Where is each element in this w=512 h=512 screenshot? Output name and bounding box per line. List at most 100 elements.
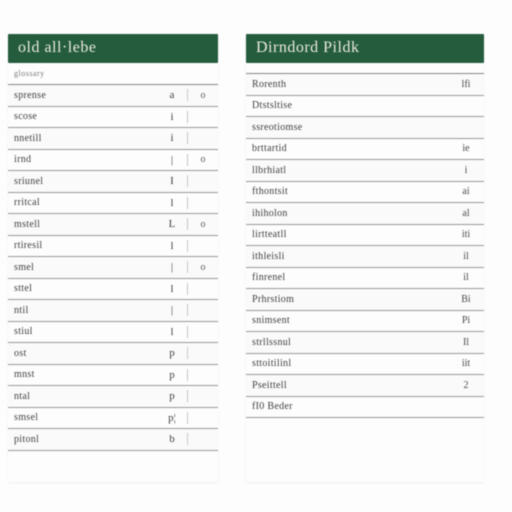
row-label: stiul	[8, 326, 157, 337]
row-label: lirtteatll	[246, 229, 448, 240]
row-value: al	[448, 208, 484, 219]
right-column: Dirndord Pildk RorenthlfiDtstsltisessreo…	[246, 34, 484, 482]
row-symbol: p	[157, 347, 188, 359]
row-label: smel	[8, 262, 157, 273]
table-row: ithleisliil	[246, 246, 484, 268]
left-column-header: old all·lebe	[8, 34, 218, 63]
row-label: ost	[8, 348, 157, 359]
right-table: RorenthlfiDtstsltisessreotiomsebrttartid…	[246, 73, 484, 418]
table-row: sriunelI	[8, 171, 218, 193]
row-value: ie	[448, 143, 484, 154]
left-table: sprenseaoscoseinnetilliirnd|osriunelIrri…	[8, 84, 218, 451]
row-value: o	[188, 154, 218, 165]
left-column: old all·lebe glossary sprenseaoscoseinne…	[8, 34, 218, 482]
table-row: rritcall	[8, 193, 218, 215]
row-label: ithleisli	[246, 251, 448, 262]
row-value: lfi	[448, 79, 484, 90]
table-row: sttoitilinliit	[246, 354, 484, 376]
row-label: irnd	[8, 154, 157, 165]
row-label: scose	[8, 111, 157, 122]
table-row: sprenseao	[8, 85, 218, 107]
row-label: ntil	[8, 305, 157, 316]
row-label: rtiresil	[8, 240, 157, 251]
row-label: smsel	[8, 412, 157, 423]
row-label: llbrhiatl	[246, 165, 448, 176]
row-symbol: |	[157, 304, 188, 316]
row-label: ssreotiomse	[246, 122, 448, 133]
row-label: Pseittell	[246, 380, 448, 391]
left-subheading: glossary	[14, 69, 218, 78]
row-label: brttartid	[246, 143, 448, 154]
row-symbol: l	[157, 283, 188, 295]
table-row: Pseittell2	[246, 375, 484, 397]
table-row: snimsentPi	[246, 311, 484, 333]
row-label: rritcal	[8, 197, 157, 208]
document-page: old all·lebe glossary sprenseaoscoseinne…	[0, 0, 512, 512]
row-label: sprense	[8, 90, 157, 101]
row-label: strllssnul	[246, 337, 448, 348]
row-symbol: i	[157, 111, 188, 123]
row-symbol: i	[157, 132, 188, 144]
row-label: mstell	[8, 219, 157, 230]
right-header-title: Dirndord Pildk	[256, 39, 359, 56]
table-row: Rorenthlfi	[246, 74, 484, 96]
table-row: irnd|o	[8, 150, 218, 172]
table-row: ostp	[8, 343, 218, 365]
row-label: mnst	[8, 369, 157, 380]
table-row: mstellLo	[8, 214, 218, 236]
table-row: mnstp	[8, 365, 218, 387]
row-symbol: I	[157, 175, 188, 187]
row-label: snimsent	[246, 315, 448, 326]
row-label: sttoitilinl	[246, 358, 448, 369]
row-label: ihiholon	[246, 208, 448, 219]
table-row: ntil|	[8, 300, 218, 322]
table-row: brttartidie	[246, 139, 484, 161]
table-row: lirtteatlliti	[246, 225, 484, 247]
table-row: finrenelil	[246, 268, 484, 290]
row-value: o	[188, 219, 218, 230]
row-value: il	[448, 251, 484, 262]
table-row: fI0 Beder	[246, 397, 484, 419]
table-row: smselp¦	[8, 408, 218, 430]
row-label: Dtstsltise	[246, 100, 448, 111]
row-label: fthontsit	[246, 186, 448, 197]
row-value: o	[188, 262, 218, 273]
row-value: iti	[448, 229, 484, 240]
row-symbol: l	[157, 326, 188, 338]
row-label: fI0 Beder	[246, 401, 448, 412]
row-symbol: l	[157, 197, 188, 209]
row-symbol: |	[157, 154, 188, 166]
row-symbol: p	[157, 390, 188, 402]
row-value: 2	[448, 380, 484, 391]
right-column-header: Dirndord Pildk	[246, 34, 484, 63]
row-label: sriunel	[8, 176, 157, 187]
table-row: rtiresill	[8, 236, 218, 258]
table-row: pitonlb	[8, 429, 218, 451]
row-value: Pi	[448, 315, 484, 326]
table-row: nnetilli	[8, 128, 218, 150]
table-row: PrhrstiomBi	[246, 289, 484, 311]
row-symbol: p¦	[157, 412, 188, 424]
row-symbol: p	[157, 369, 188, 381]
table-row: strllssnulIl	[246, 332, 484, 354]
table-row: sttell	[8, 279, 218, 301]
row-value: ai	[448, 186, 484, 197]
table-row: ihiholonal	[246, 203, 484, 225]
row-label: sttel	[8, 283, 157, 294]
row-value: iit	[448, 358, 484, 369]
row-label: ntal	[8, 391, 157, 402]
row-symbol: l	[157, 240, 188, 252]
row-value: il	[448, 272, 484, 283]
table-row: ntalp	[8, 386, 218, 408]
row-symbol: L	[157, 218, 188, 230]
table-row: Dtstsltise	[246, 96, 484, 118]
row-symbol: b	[157, 433, 188, 445]
row-label: pitonl	[8, 434, 157, 445]
row-symbol: |	[157, 261, 188, 273]
row-label: Rorenth	[246, 79, 448, 90]
table-row: llbrhiatli	[246, 160, 484, 182]
row-value: Bi	[448, 294, 484, 305]
left-header-title: old all·lebe	[18, 39, 96, 56]
table-row: fthontsitai	[246, 182, 484, 204]
table-row: ssreotiomse	[246, 117, 484, 139]
